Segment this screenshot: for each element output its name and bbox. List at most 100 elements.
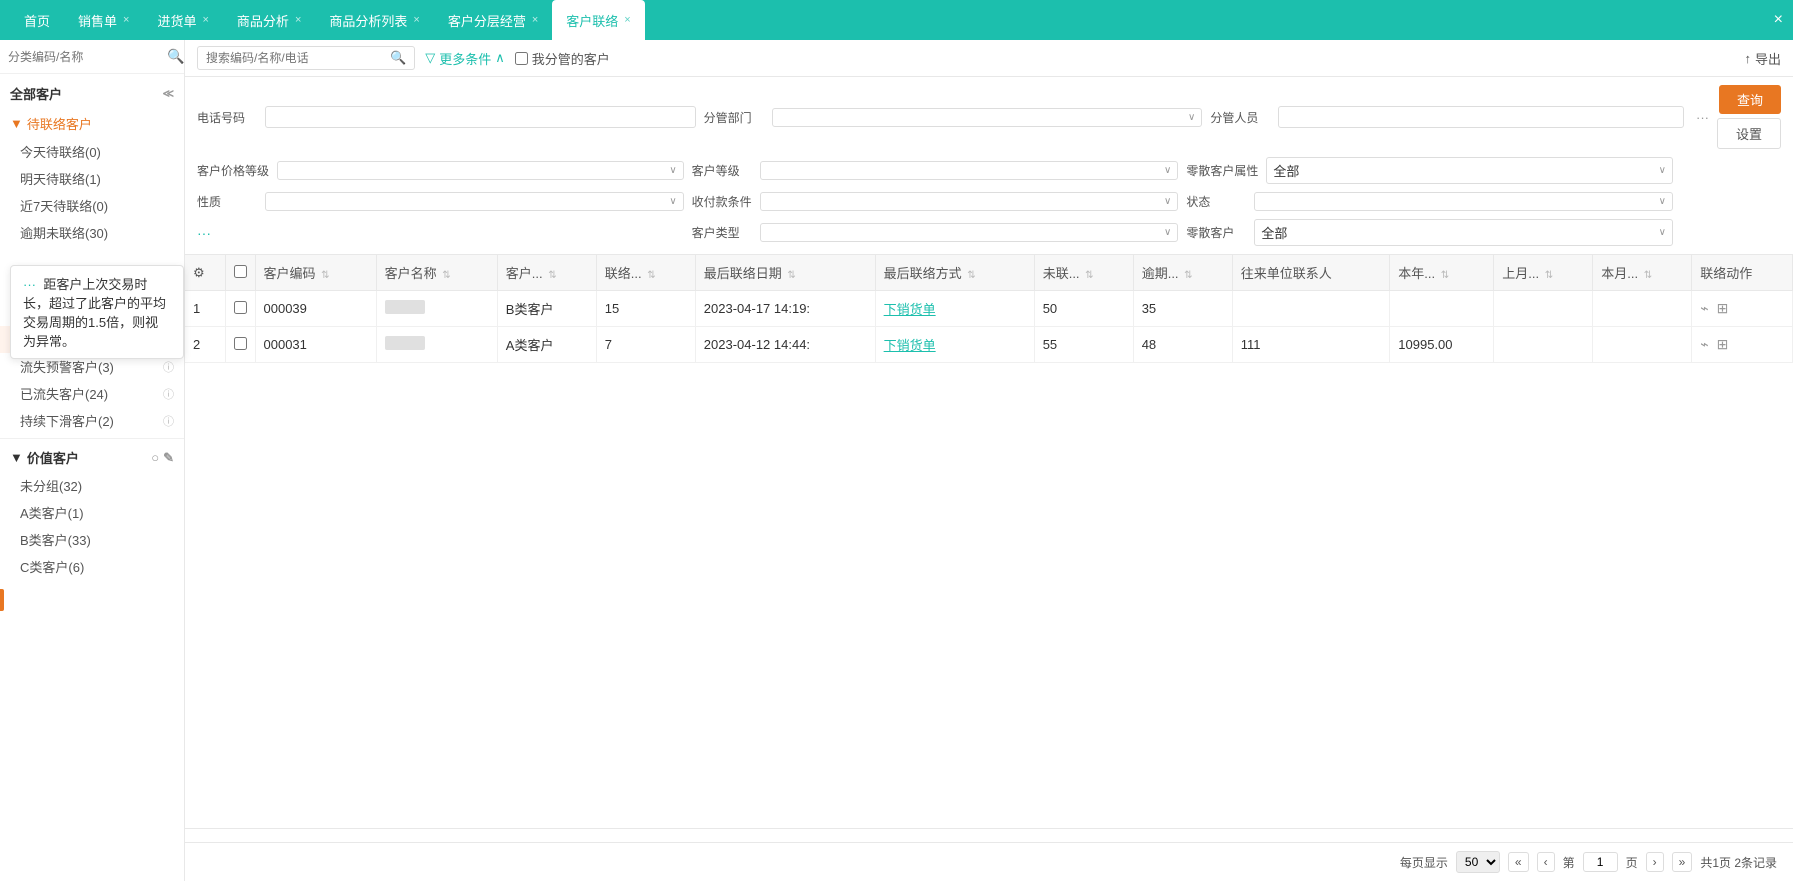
nature-select[interactable]: ∨: [265, 192, 684, 211]
sidebar-item-ungroup[interactable]: 未分组(32): [0, 472, 184, 499]
nav-product-analysis-close[interactable]: ×: [295, 14, 301, 26]
code-sort-icon: ⇅: [321, 270, 329, 281]
value-customer-header[interactable]: ▼ 价值客户 ○ ✎: [0, 443, 184, 472]
page-number-input[interactable]: [1583, 852, 1618, 872]
customer-level-label: 客户等级: [692, 162, 752, 179]
sidebar-item-lost[interactable]: 已流失客户(24) ⓘ: [0, 380, 184, 407]
horizontal-scrollbar[interactable]: [185, 828, 1793, 842]
nav-product-list[interactable]: 商品分析列表 ×: [315, 0, 433, 40]
col-overdue[interactable]: 逾期... ⇅: [1133, 255, 1232, 291]
payment-label: 收付款条件: [692, 193, 752, 210]
unreached-sort-icon: ⇅: [1085, 270, 1093, 281]
col-checkbox: [225, 255, 255, 291]
cell-last-method-2[interactable]: 下销货单: [875, 327, 1034, 363]
close-all-btn[interactable]: ×: [1774, 11, 1783, 29]
sidebar-item-declining[interactable]: 持续下滑客户(2) ⓘ: [0, 407, 184, 434]
col-level[interactable]: 客户... ⇅: [497, 255, 596, 291]
settings-button[interactable]: 设置: [1717, 118, 1781, 149]
action-link-icon-2[interactable]: ⌁: [1700, 336, 1708, 353]
cell-code-1: 000039: [255, 291, 376, 327]
row-checkbox-1[interactable]: [234, 301, 247, 314]
main-search-input[interactable]: [206, 51, 386, 65]
sidebar-item-7days[interactable]: 近7天待联络(0): [0, 192, 184, 219]
config-icon[interactable]: ✎: [163, 450, 174, 466]
sidebar-item-aclass[interactable]: A类客户(1): [0, 499, 184, 526]
per-page-select[interactable]: 50: [1456, 851, 1500, 873]
nav-purchase[interactable]: 进货单 ×: [143, 0, 222, 40]
this-year-sort-icon: ⇅: [1441, 270, 1449, 281]
nav-product-analysis[interactable]: 商品分析 ×: [223, 0, 315, 40]
price-level-select[interactable]: ∨: [277, 161, 684, 180]
nav-purchase-close[interactable]: ×: [202, 14, 208, 26]
last-month-sort-icon: ⇅: [1545, 270, 1553, 281]
nav-customer-contact[interactable]: 客户联络 ×: [552, 0, 644, 40]
followup-group[interactable]: ▼ 待联络客户: [0, 109, 184, 138]
query-button[interactable]: 查询: [1719, 85, 1781, 114]
col-this-month[interactable]: 本月... ⇅: [1593, 255, 1692, 291]
last-page-btn[interactable]: »: [1672, 852, 1693, 872]
cell-contacts-1: 15: [596, 291, 695, 327]
prev-page-btn[interactable]: ‹: [1537, 852, 1555, 872]
extra-dots[interactable]: ···: [197, 225, 211, 241]
nav-customer-tier[interactable]: 客户分层经营 ×: [434, 0, 552, 40]
customer-level-select[interactable]: ∨: [760, 161, 1179, 180]
sidebar-search-icon[interactable]: 🔍: [167, 48, 184, 65]
phone-input[interactable]: [265, 106, 696, 128]
next-page-btn[interactable]: ›: [1646, 852, 1664, 872]
manager-input[interactable]: [1278, 106, 1684, 128]
retail-attr-select[interactable]: 全部 ∨: [1266, 157, 1673, 184]
sidebar-item-bclass[interactable]: B类客户(33): [0, 526, 184, 553]
select-all-checkbox[interactable]: [234, 265, 247, 278]
payment-select[interactable]: ∨: [760, 192, 1179, 211]
info-icon-lost: ⓘ: [163, 386, 174, 402]
filter-icon: ▽: [425, 50, 435, 66]
row-checkbox-2[interactable]: [234, 337, 247, 350]
dept-arrow-icon: ∨: [1188, 112, 1195, 123]
sidebar-item-tomorrow[interactable]: 明天待联络(1): [0, 165, 184, 192]
cell-last-method-1[interactable]: 下销货单: [875, 291, 1034, 327]
nav-product-list-close[interactable]: ×: [413, 14, 419, 26]
my-customer-filter[interactable]: 我分管的客户: [515, 49, 610, 68]
sidebar-item-today[interactable]: 今天待联络(0): [0, 138, 184, 165]
price-level-label: 客户价格等级: [197, 162, 269, 179]
customer-type-select[interactable]: ∨: [760, 223, 1179, 242]
sidebar-item-cclass[interactable]: C类客户(6): [0, 553, 184, 580]
dept-select[interactable]: ∨: [772, 108, 1203, 127]
action-grid-icon-1[interactable]: ⊞: [1717, 300, 1729, 317]
main-search-icon[interactable]: 🔍: [390, 50, 406, 66]
first-page-btn[interactable]: «: [1508, 852, 1529, 872]
col-unreached[interactable]: 未联... ⇅: [1034, 255, 1133, 291]
edit-icon[interactable]: ○: [151, 450, 159, 466]
col-last-method[interactable]: 最后联络方式 ⇅: [875, 255, 1034, 291]
col-contacts[interactable]: 联络... ⇅: [596, 255, 695, 291]
more-filters-btn[interactable]: ▽ 更多条件 ∧: [425, 49, 505, 68]
retail-customer-select[interactable]: 全部 ∨: [1254, 219, 1673, 246]
cell-this-year-1: [1390, 291, 1494, 327]
col-code[interactable]: 客户编码 ⇅: [255, 255, 376, 291]
level-sort-icon: ⇅: [548, 270, 556, 281]
settings-icon[interactable]: ⚙: [193, 265, 205, 280]
col-last-date[interactable]: 最后联络日期 ⇅: [695, 255, 875, 291]
filter-price-level: 客户价格等级 ∨: [197, 161, 684, 180]
action-grid-icon-2[interactable]: ⊞: [1717, 336, 1729, 353]
sidebar-item-overdue[interactable]: 逾期未联络(30): [0, 219, 184, 246]
nav-customer-contact-close[interactable]: ×: [624, 14, 630, 26]
my-customer-checkbox[interactable]: [515, 52, 528, 65]
filter-retail-attr: 零散客户属性 全部 ∨: [1186, 157, 1673, 184]
cell-unreached-2: 55: [1034, 327, 1133, 363]
action-link-icon-1[interactable]: ⌁: [1700, 300, 1708, 317]
nav-customer-tier-close[interactable]: ×: [532, 14, 538, 26]
status-select[interactable]: ∨: [1254, 192, 1673, 211]
dept-label: 分管部门: [704, 109, 764, 126]
col-this-year[interactable]: 本年... ⇅: [1390, 255, 1494, 291]
sidebar-search-input[interactable]: [8, 50, 163, 64]
col-name[interactable]: 客户名称 ⇅: [376, 255, 497, 291]
nav-home[interactable]: 首页: [10, 0, 64, 40]
manager-dots[interactable]: ···: [1696, 110, 1709, 125]
col-last-month[interactable]: 上月... ⇅: [1494, 255, 1593, 291]
nav-sales[interactable]: 销售单 ×: [64, 0, 143, 40]
nav-sales-close[interactable]: ×: [123, 14, 129, 26]
export-button[interactable]: ↑ 导出: [1744, 49, 1781, 68]
sidebar-collapse-btn[interactable]: ≪: [162, 87, 174, 100]
all-customers-header[interactable]: 全部客户 ≪: [0, 78, 184, 109]
